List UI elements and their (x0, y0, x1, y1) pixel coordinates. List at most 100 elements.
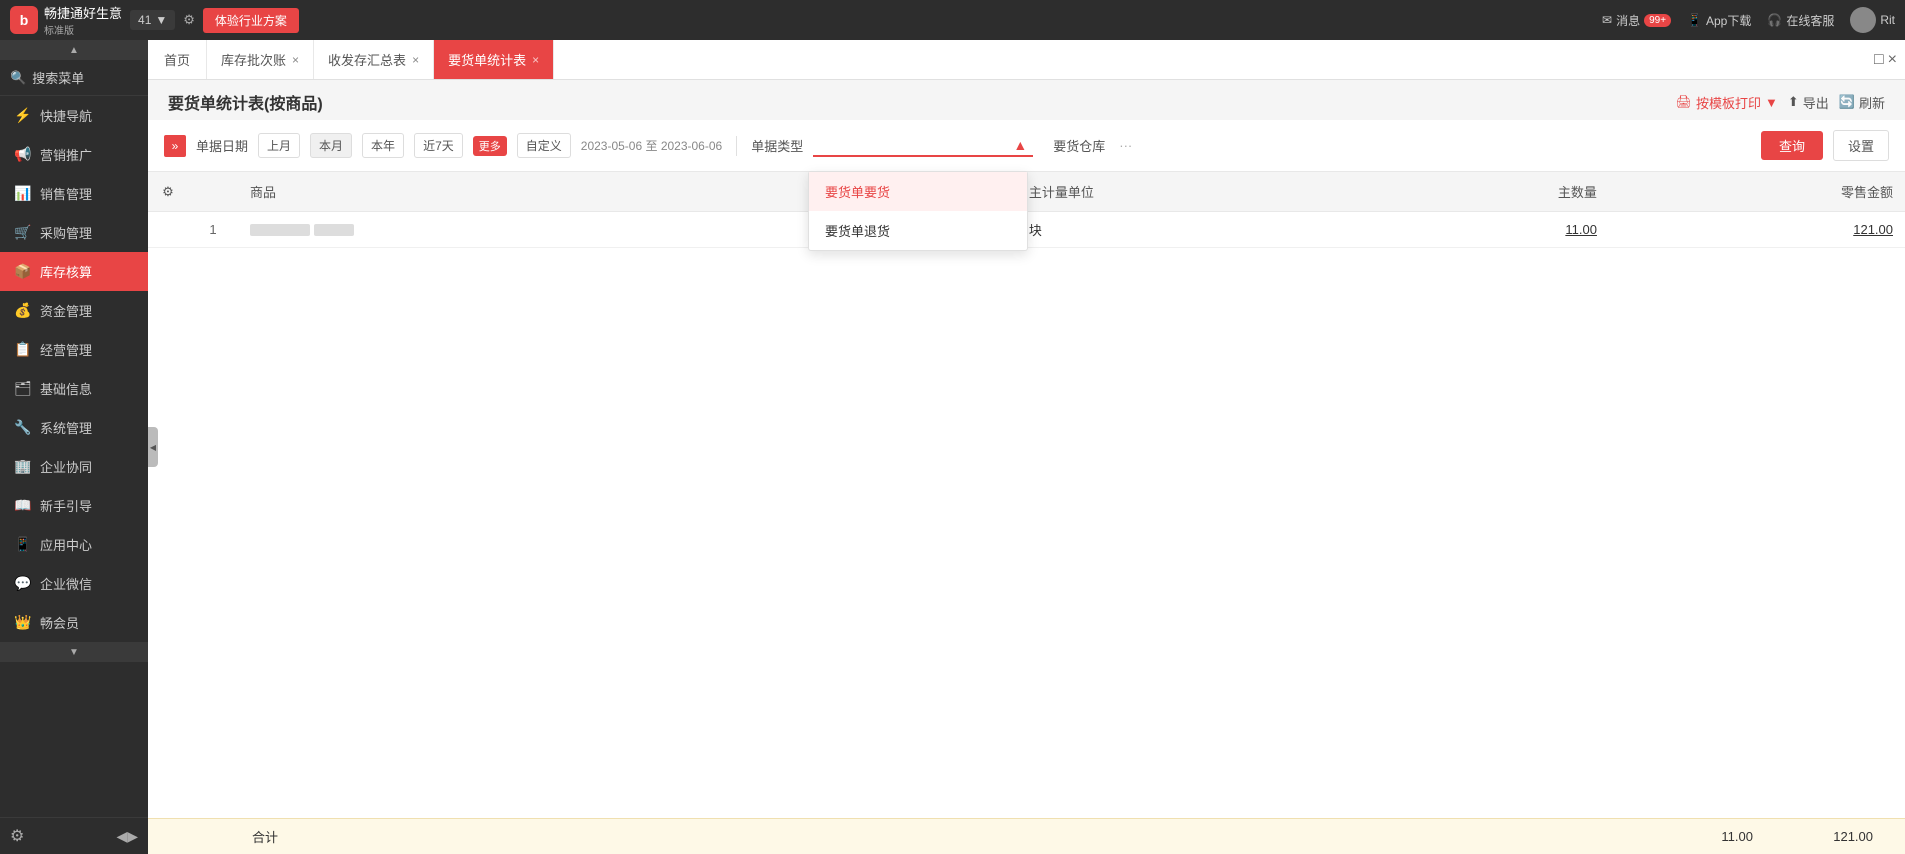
settings-icon[interactable]: ⚙ (10, 826, 24, 846)
content-area: 首页 库存批次账 × 收发存汇总表 × 要货单统计表 × □ × 要货单统计表(… (148, 40, 1905, 854)
tab-close-icon[interactable]: × (412, 53, 419, 67)
online-service-label: 在线客服 (1786, 12, 1834, 29)
print-button[interactable]: 🖨 按模板打印 ▼ (1675, 93, 1777, 112)
filter-divider (736, 136, 737, 156)
amount-link[interactable]: 121.00 (1853, 222, 1893, 237)
sidebar-item-guide[interactable]: 📖 新手引导 (0, 486, 148, 525)
operations-icon: 📋 (14, 341, 32, 359)
th-settings[interactable]: ⚙ (148, 172, 188, 212)
date-this-month-btn[interactable]: 本月 (310, 133, 352, 158)
sidebar-item-member[interactable]: 👑 畅会员 (0, 603, 148, 642)
date-this-year-btn[interactable]: 本年 (362, 133, 404, 158)
sidebar-item-wechat[interactable]: 💬 企业微信 (0, 564, 148, 603)
sidebar-search[interactable]: 🔍 搜索菜单 (0, 60, 148, 96)
finance-icon: 💰 (14, 302, 32, 320)
custom-date-button[interactable]: 自定义 (517, 133, 571, 158)
sidebar-item-quick-nav[interactable]: ⚡ 快捷导航 (0, 96, 148, 135)
type-filter-label: 单据类型 (751, 136, 803, 155)
member-icon: 👑 (14, 614, 32, 632)
export-button[interactable]: ⬆ 导出 (1788, 93, 1829, 112)
tab-home[interactable]: 首页 (148, 40, 207, 79)
sidebar-collapse-handle[interactable]: ◀ (148, 427, 158, 467)
tab-inventory-batch[interactable]: 库存批次账 × (207, 40, 314, 79)
td-amount: 121.00 (1609, 212, 1905, 248)
print-label: 按模板打印 (1696, 93, 1761, 112)
tab-receivable-summary[interactable]: 收发存汇总表 × (314, 40, 434, 79)
quantity-link[interactable]: 11.00 (1565, 222, 1597, 237)
messages-badge: 99+ (1644, 14, 1671, 27)
sidebar-bottom: ⚙ ◀▶ (0, 817, 148, 854)
sidebar-item-system[interactable]: 🔧 系统管理 (0, 408, 148, 447)
type-dropdown-menu: 要货单要货 要货单退货 (808, 171, 1028, 251)
app-download-group[interactable]: 📱 App下载 (1687, 12, 1751, 29)
refresh-button[interactable]: 🔄 刷新 (1839, 93, 1885, 112)
tab-label: 收发存汇总表 (328, 50, 406, 69)
tab-expand-icon[interactable]: □ (1874, 51, 1884, 69)
filter-expand-button[interactable]: » (164, 135, 186, 157)
sidebar-scroll-down[interactable]: ▼ (0, 642, 148, 662)
sidebar: ▲ 🔍 搜索菜单 ⚡ 快捷导航 📢 营销推广 📊 销售管理 🛒 采购管理 📦 库… (0, 40, 148, 854)
header-left: b 畅捷通好生意 标准版 41 ▼ ⚙ 体验行业方案 (10, 3, 299, 37)
gear-icon[interactable]: ⚙ (183, 12, 195, 28)
sidebar-item-label: 系统管理 (40, 418, 92, 437)
sidebar-item-basic-info[interactable]: 🗂 基础信息 (0, 369, 148, 408)
online-service-group[interactable]: 🎧 在线客服 (1767, 12, 1834, 29)
sidebar-item-enterprise[interactable]: 🏢 企业协同 (0, 447, 148, 486)
tab-home-label: 首页 (164, 50, 190, 69)
print-chevron-icon: ▼ (1765, 95, 1778, 110)
tab-bar-actions: □ × (1866, 40, 1905, 79)
td-settings (148, 212, 188, 248)
date-last-month-btn[interactable]: 上月 (258, 133, 300, 158)
search-icon: 🔍 (10, 70, 26, 86)
tab-close-icon[interactable]: × (532, 53, 539, 67)
dropdown-item-order-goods[interactable]: 要货单要货 (809, 172, 1027, 211)
page-title: 要货单统计表(按商品) (168, 90, 323, 114)
sidebar-item-app-center[interactable]: 📱 应用中心 (0, 525, 148, 564)
tab-close-icon[interactable]: × (292, 53, 299, 67)
guide-icon: 📖 (14, 497, 32, 515)
messages-group[interactable]: ✉ 消息 99+ (1602, 12, 1671, 29)
app-center-icon: 📱 (14, 536, 32, 554)
message-icon: ✉ (1602, 13, 1612, 27)
wechat-icon: 💬 (14, 575, 32, 593)
page-header: 要货单统计表(按商品) 🖨 按模板打印 ▼ ⬆ 导出 🔄 刷新 (148, 80, 1905, 120)
dropdown-item-order-return[interactable]: 要货单退货 (809, 211, 1027, 250)
sidebar-item-inventory[interactable]: 📦 库存核算 (0, 252, 148, 291)
td-unit: 块 (1017, 212, 1364, 248)
trial-button[interactable]: 体验行业方案 (203, 8, 299, 33)
org-selector[interactable]: 41 ▼ (130, 10, 175, 30)
tab-close-all-icon[interactable]: × (1888, 51, 1897, 69)
logo-area: b 畅捷通好生意 标准版 (10, 3, 122, 37)
headset-icon: 🎧 (1767, 13, 1782, 27)
th-num (188, 172, 238, 212)
toggle-sidebar-icon[interactable]: ◀▶ (116, 828, 138, 845)
warehouse-more-icon[interactable]: ··· (1119, 138, 1132, 153)
purchase-icon: 🛒 (14, 224, 32, 242)
filter-settings-button[interactable]: 设置 (1833, 130, 1889, 161)
table-settings-icon: ⚙ (162, 184, 174, 199)
user-group[interactable]: Rit (1850, 7, 1895, 33)
sidebar-item-marketing[interactable]: 📢 营销推广 (0, 135, 148, 174)
sidebar-item-purchase[interactable]: 🛒 采购管理 (0, 213, 148, 252)
more-dates-button[interactable]: 更多 (473, 136, 507, 156)
filter-bar: » 单据日期 上月 本月 本年 近7天 更多 自定义 2023-05-06 至 … (148, 120, 1905, 172)
sidebar-item-operations[interactable]: 📋 经营管理 (0, 330, 148, 369)
marketing-icon: 📢 (14, 146, 32, 164)
type-filter-input-wrap[interactable]: ▲ (813, 135, 1033, 157)
product-placeholder-1 (250, 224, 310, 236)
sidebar-item-sales[interactable]: 📊 销售管理 (0, 174, 148, 213)
th-amount: 零售金额 (1609, 172, 1905, 212)
tab-order-stats[interactable]: 要货单统计表 × (434, 40, 554, 79)
query-button[interactable]: 查询 (1761, 131, 1823, 160)
sidebar-item-label: 库存核算 (40, 262, 92, 281)
type-chevron-up-icon[interactable]: ▲ (1013, 137, 1027, 153)
date-last-7-days-btn[interactable]: 近7天 (414, 133, 463, 158)
sales-icon: 📊 (14, 185, 32, 203)
sidebar-item-finance[interactable]: 💰 资金管理 (0, 291, 148, 330)
sidebar-item-label: 资金管理 (40, 301, 92, 320)
sidebar-item-label: 经营管理 (40, 340, 92, 359)
header-right: ✉ 消息 99+ 📱 App下载 🎧 在线客服 Rit (1602, 7, 1895, 33)
sidebar-item-label: 企业协同 (40, 457, 92, 476)
type-filter-input[interactable] (819, 137, 1013, 152)
sidebar-scroll-up[interactable]: ▲ (0, 40, 148, 60)
